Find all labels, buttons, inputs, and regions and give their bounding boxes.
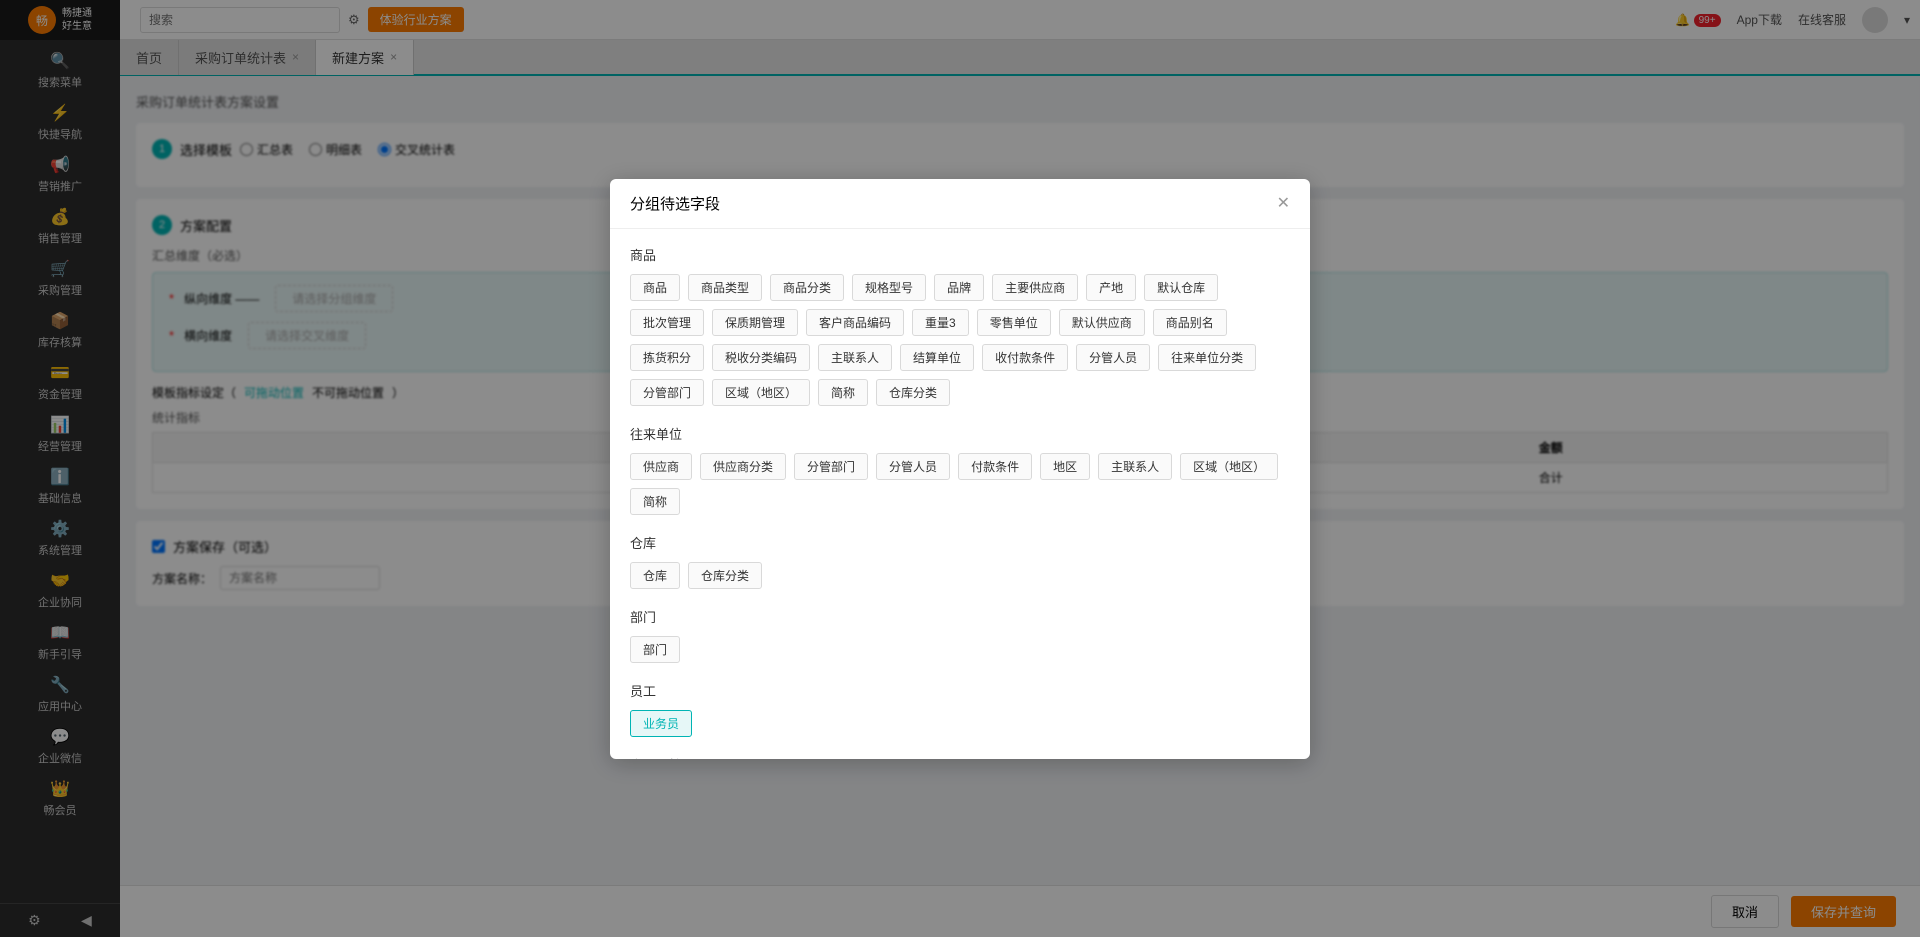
field-tag[interactable]: 仓库分类 xyxy=(876,379,950,406)
field-tag[interactable]: 分管人员 xyxy=(1076,344,1150,371)
field-tag[interactable]: 简称 xyxy=(818,379,868,406)
field-tag[interactable]: 产地 xyxy=(1086,274,1136,301)
field-tag[interactable]: 仓库分类 xyxy=(688,562,762,589)
section-dept-title: 部门 xyxy=(630,607,1290,626)
section-product: 商品 商品 商品类型 商品分类 规格型号 品牌 主要供应商 产地 默认仓库 批次… xyxy=(630,245,1290,406)
field-tag[interactable]: 地区 xyxy=(1040,453,1090,480)
field-tag[interactable]: 简称 xyxy=(630,488,680,515)
field-tag[interactable]: 主联系人 xyxy=(818,344,892,371)
field-tag[interactable]: 规格型号 xyxy=(852,274,926,301)
field-tag[interactable]: 税收分类编码 xyxy=(712,344,810,371)
field-tag[interactable]: 主联系人 xyxy=(1098,453,1172,480)
field-tag[interactable]: 往来单位分类 xyxy=(1158,344,1256,371)
field-tag[interactable]: 默认供应商 xyxy=(1059,309,1145,336)
staff-field-tags: 业务员 xyxy=(630,710,1290,737)
field-tag[interactable]: 供应商分类 xyxy=(700,453,786,480)
field-tag[interactable]: 结算单位 xyxy=(900,344,974,371)
field-tag[interactable]: 批次管理 xyxy=(630,309,704,336)
field-tag[interactable]: 区域（地区） xyxy=(712,379,810,406)
section-dept: 部门 部门 xyxy=(630,607,1290,663)
field-tag[interactable]: 仓库 xyxy=(630,562,680,589)
section-staff-title: 员工 xyxy=(630,681,1290,700)
field-tag[interactable]: 默认仓库 xyxy=(1144,274,1218,301)
field-tag[interactable]: 区域（地区） xyxy=(1180,453,1278,480)
section-product-attr: 商品属性 属性 颜色 多规格 尺码 鞋码 1 xyxy=(630,755,1290,759)
field-tag[interactable]: 收付款条件 xyxy=(982,344,1068,371)
field-tag[interactable]: 客户商品编码 xyxy=(806,309,904,336)
field-tag[interactable]: 品牌 xyxy=(934,274,984,301)
warehouse-field-tags: 仓库 仓库分类 xyxy=(630,562,1290,589)
section-product-title: 商品 xyxy=(630,245,1290,264)
field-tag[interactable]: 商品别名 xyxy=(1153,309,1227,336)
modal-body[interactable]: 商品 商品 商品类型 商品分类 规格型号 品牌 主要供应商 产地 默认仓库 批次… xyxy=(610,229,1310,759)
field-tag[interactable]: 分管人员 xyxy=(876,453,950,480)
product-field-tags: 商品 商品类型 商品分类 规格型号 品牌 主要供应商 产地 默认仓库 批次管理 … xyxy=(630,274,1290,406)
section-partner: 往来单位 供应商 供应商分类 分管部门 分管人员 付款条件 地区 主联系人 区域… xyxy=(630,424,1290,515)
field-tag[interactable]: 商品 xyxy=(630,274,680,301)
field-tag[interactable]: 供应商 xyxy=(630,453,692,480)
modal-header: 分组待选字段 ✕ xyxy=(610,179,1310,229)
field-tag[interactable]: 保质期管理 xyxy=(712,309,798,336)
section-warehouse: 仓库 仓库 仓库分类 xyxy=(630,533,1290,589)
section-warehouse-title: 仓库 xyxy=(630,533,1290,552)
field-tag[interactable]: 拣货积分 xyxy=(630,344,704,371)
section-partner-title: 往来单位 xyxy=(630,424,1290,443)
field-tag[interactable]: 主要供应商 xyxy=(992,274,1078,301)
field-tag[interactable]: 分管部门 xyxy=(794,453,868,480)
modal-close-btn[interactable]: ✕ xyxy=(1277,193,1290,213)
field-tag[interactable]: 分管部门 xyxy=(630,379,704,406)
field-tag-salesperson[interactable]: 业务员 xyxy=(630,710,692,737)
section-staff: 员工 业务员 xyxy=(630,681,1290,737)
field-tag[interactable]: 商品分类 xyxy=(770,274,844,301)
modal-title: 分组待选字段 xyxy=(630,193,720,214)
section-product-attr-title: 商品属性 xyxy=(630,755,1290,759)
field-tag[interactable]: 零售单位 xyxy=(977,309,1051,336)
field-tag[interactable]: 商品类型 xyxy=(688,274,762,301)
field-tag[interactable]: 重量3 xyxy=(912,309,969,336)
field-select-modal: 分组待选字段 ✕ 商品 商品 商品类型 商品分类 规格型号 品牌 主要供应商 产… xyxy=(610,179,1310,759)
field-tag[interactable]: 付款条件 xyxy=(958,453,1032,480)
dept-field-tags: 部门 xyxy=(630,636,1290,663)
partner-field-tags: 供应商 供应商分类 分管部门 分管人员 付款条件 地区 主联系人 区域（地区） … xyxy=(630,453,1290,515)
field-tag[interactable]: 部门 xyxy=(630,636,680,663)
